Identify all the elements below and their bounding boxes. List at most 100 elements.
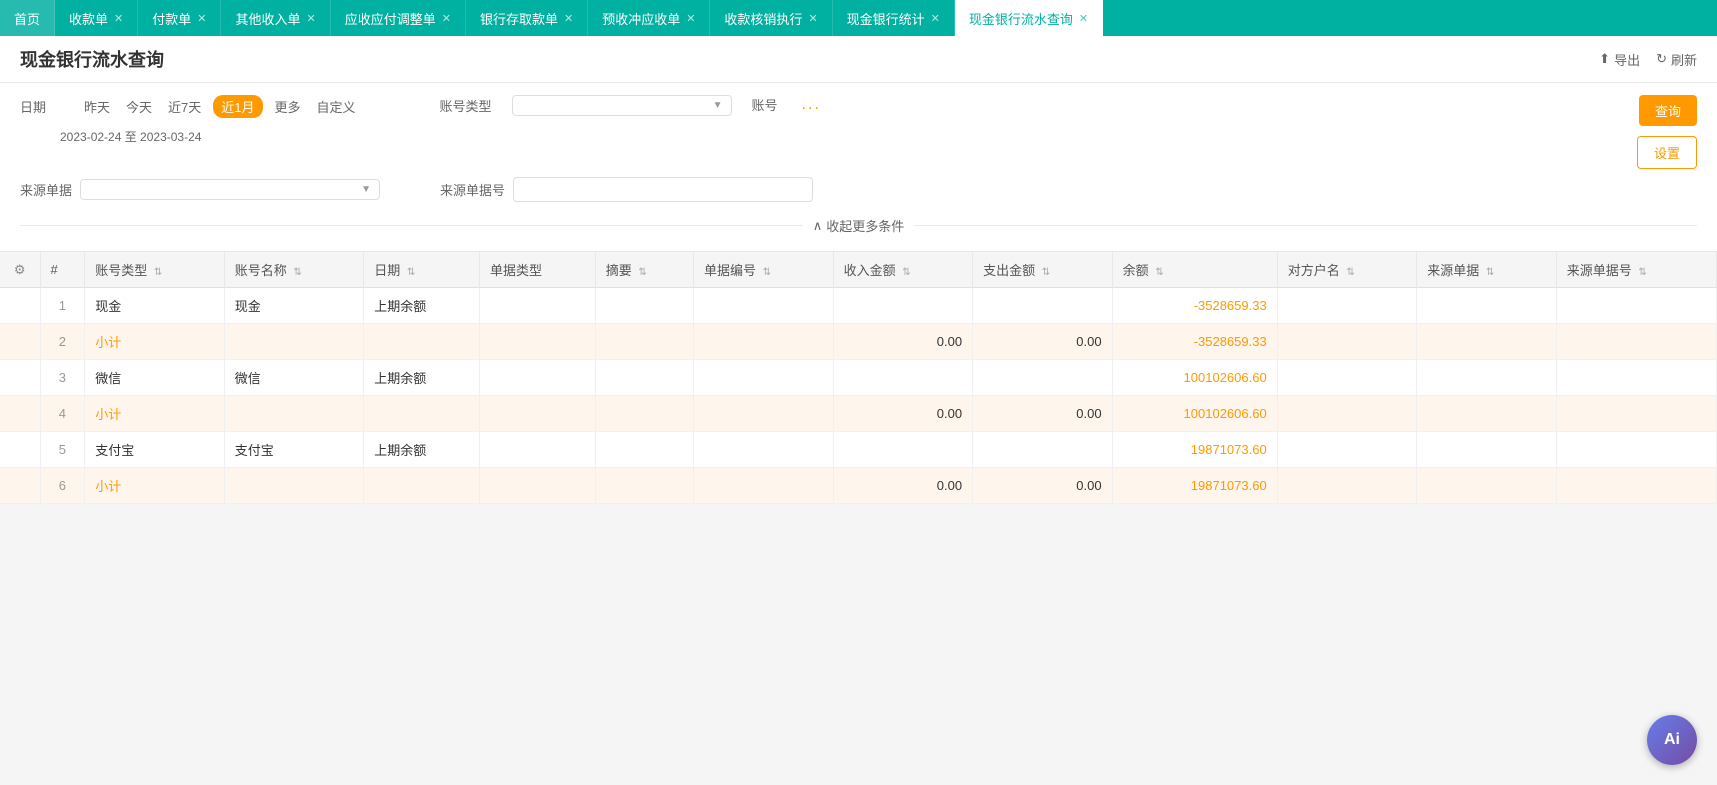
- close-icon[interactable]: ✕: [808, 12, 817, 25]
- sort-icon: ⇅: [763, 267, 771, 278]
- tab-receipt[interactable]: 收款单✕: [55, 0, 138, 36]
- settings-button[interactable]: 设置: [1637, 136, 1697, 169]
- header-actions: ⬆ 导出 ↻ 刷新: [1599, 50, 1697, 69]
- export-icon: ⬆: [1599, 51, 1610, 67]
- col-account-type-header[interactable]: 账号类型 ⇅: [85, 252, 225, 288]
- col-expense-header[interactable]: 支出金额 ⇅: [973, 252, 1113, 288]
- gear-icon[interactable]: ⚙: [14, 262, 26, 277]
- tab-label: 现金银行统计: [847, 9, 925, 28]
- tab-label: 收款核销执行: [724, 9, 802, 28]
- date-range: 2023-02-24 至 2023-03-24: [60, 128, 360, 145]
- row-balance: 19871073.60: [1112, 468, 1277, 504]
- date-option-custom[interactable]: 自定义: [313, 95, 360, 118]
- close-icon[interactable]: ✕: [564, 12, 573, 25]
- row-voucher-no: [694, 324, 834, 360]
- ai-label: Ai: [1664, 731, 1680, 749]
- row-settings: [0, 396, 40, 432]
- row-source-voucher: [1417, 396, 1557, 432]
- row-income: [833, 360, 973, 396]
- source-voucher-select[interactable]: ▼: [80, 179, 380, 200]
- row-source-voucher-no: [1556, 324, 1716, 360]
- table-row[interactable]: 4 小计 0.00 0.00 100102606.60: [0, 396, 1717, 432]
- row-counterparty: [1277, 360, 1417, 396]
- date-option-more[interactable]: 更多: [271, 95, 305, 118]
- tab-payment[interactable]: 付款单✕: [138, 0, 221, 36]
- table-row[interactable]: 5 支付宝 支付宝 上期余额 19871073.60: [0, 432, 1717, 468]
- col-account-name-header[interactable]: 账号名称 ⇅: [224, 252, 364, 288]
- row-income: 0.00: [833, 396, 973, 432]
- account-dots[interactable]: ...: [802, 96, 821, 114]
- table-row[interactable]: 6 小计 0.00 0.00 19871073.60: [0, 468, 1717, 504]
- row-num: 1: [40, 288, 85, 324]
- date-option-month1[interactable]: 近1月: [213, 95, 262, 118]
- col-date-header[interactable]: 日期 ⇅: [364, 252, 480, 288]
- tab-bank-flow[interactable]: 现金银行流水查询 ✕: [955, 0, 1103, 36]
- close-icon[interactable]: ✕: [307, 12, 316, 25]
- col-summary-header[interactable]: 摘要 ⇅: [595, 252, 693, 288]
- close-icon[interactable]: ✕: [442, 12, 451, 25]
- row-voucher-type: [480, 360, 596, 396]
- table-row[interactable]: 3 微信 微信 上期余额 100102606.60: [0, 360, 1717, 396]
- date-option-today[interactable]: 今天: [122, 95, 156, 118]
- row-num: 5: [40, 432, 85, 468]
- row-summary: [595, 468, 693, 504]
- close-icon[interactable]: ✕: [686, 12, 695, 25]
- sort-icon: ⇅: [1486, 267, 1494, 278]
- tab-receivable-adjustment[interactable]: 应收应付调整单✕: [331, 0, 466, 36]
- col-source-voucher-header[interactable]: 来源单据 ⇅: [1417, 252, 1557, 288]
- sort-icon: ⇅: [407, 267, 415, 278]
- query-button[interactable]: 查询: [1639, 95, 1697, 126]
- row-balance: 100102606.60: [1112, 396, 1277, 432]
- row-summary: [595, 432, 693, 468]
- close-icon[interactable]: ✕: [931, 12, 940, 25]
- tab-other-income[interactable]: 其他收入单✕: [221, 0, 330, 36]
- top-nav: 首页 收款单✕付款单✕其他收入单✕应收应付调整单✕银行存取款单✕预收冲应收单✕收…: [0, 0, 1717, 36]
- row-source-voucher-no: [1556, 396, 1716, 432]
- nav-home[interactable]: 首页: [0, 0, 55, 36]
- col-source-voucher-no-header[interactable]: 来源单据号 ⇅: [1556, 252, 1716, 288]
- row-account-name: 微信: [224, 360, 364, 396]
- source-voucher-no-input[interactable]: [513, 177, 813, 202]
- sort-icon: ⇅: [293, 267, 301, 278]
- row-counterparty: [1277, 432, 1417, 468]
- row-account-name: [224, 396, 364, 432]
- date-option-week[interactable]: 近7天: [164, 95, 205, 118]
- row-source-voucher-no: [1556, 360, 1716, 396]
- table-row[interactable]: 2 小计 0.00 0.00 -3528659.33: [0, 324, 1717, 360]
- col-income-header[interactable]: 收入金额 ⇅: [833, 252, 973, 288]
- tab-writeoff[interactable]: 收款核销执行 ✕: [710, 0, 832, 36]
- row-counterparty: [1277, 396, 1417, 432]
- filter-area: 日期 昨天今天近7天近1月更多自定义 2023-02-24 至 2023-03-…: [0, 83, 1717, 252]
- tab-advance-offset[interactable]: 预收冲应收单✕: [588, 0, 710, 36]
- sort-icon: ⇅: [1638, 267, 1646, 278]
- date-option-yesterday[interactable]: 昨天: [80, 95, 114, 118]
- col-counterparty-header[interactable]: 对方户名 ⇅: [1277, 252, 1417, 288]
- row-voucher-no: [694, 360, 834, 396]
- account-type-select[interactable]: ▼: [512, 95, 732, 116]
- row-settings: [0, 324, 40, 360]
- col-balance-header[interactable]: 余额 ⇅: [1112, 252, 1277, 288]
- tab-bank-stats[interactable]: 现金银行统计 ✕: [833, 0, 955, 36]
- col-voucher-no-header[interactable]: 单据编号 ⇅: [694, 252, 834, 288]
- close-icon[interactable]: ✕: [114, 12, 123, 25]
- row-account-name: 支付宝: [224, 432, 364, 468]
- close-icon[interactable]: ✕: [1079, 12, 1088, 25]
- row-voucher-no: [694, 396, 834, 432]
- row-source-voucher: [1417, 360, 1557, 396]
- ai-badge[interactable]: Ai: [1647, 715, 1697, 765]
- refresh-button[interactable]: ↻ 刷新: [1656, 50, 1697, 69]
- row-account-type: 微信: [85, 360, 225, 396]
- tab-bank-deposit[interactable]: 银行存取款单✕: [466, 0, 588, 36]
- export-button[interactable]: ⬆ 导出: [1599, 50, 1640, 69]
- main-table: ⚙ # 账号类型 ⇅ 账号名称 ⇅ 日期 ⇅ 单据类型 摘要 ⇅ 单据编号 ⇅ …: [0, 252, 1717, 504]
- collapse-button[interactable]: ∧ 收起更多条件: [813, 216, 905, 235]
- row-settings: [0, 432, 40, 468]
- col-settings-header[interactable]: ⚙: [0, 252, 40, 288]
- account-type-arrow-icon: ▼: [713, 100, 723, 111]
- tab-label: 现金银行流水查询: [969, 9, 1073, 28]
- close-icon[interactable]: ✕: [197, 12, 206, 25]
- row-income: 0.00: [833, 324, 973, 360]
- table-row[interactable]: 1 现金 现金 上期余额 -3528659.33: [0, 288, 1717, 324]
- row-num: 6: [40, 468, 85, 504]
- row-balance: -3528659.33: [1112, 288, 1277, 324]
